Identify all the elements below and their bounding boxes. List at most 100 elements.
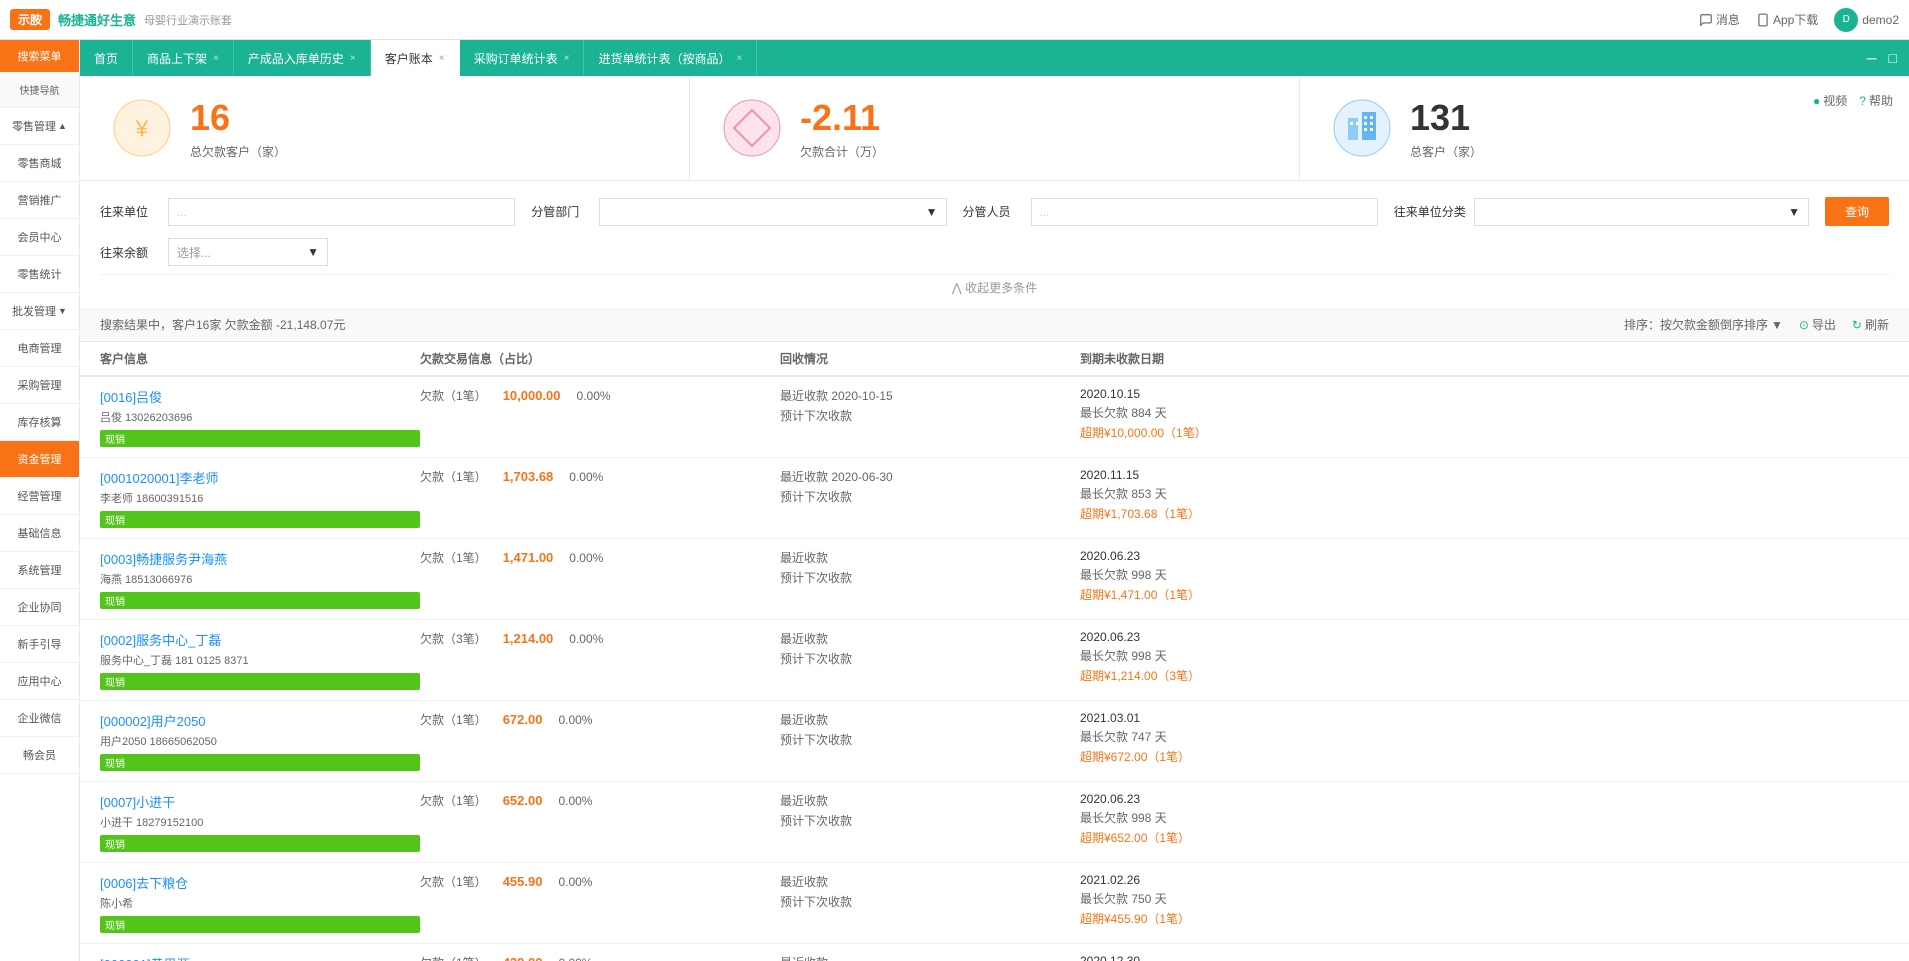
customer-name-link[interactable]: [0016]吕俊 (100, 387, 420, 406)
top-bar-right: 消息 App下载 D demo2 (1699, 8, 1899, 32)
customer-name-link[interactable]: [000001]黄思源 (100, 954, 420, 961)
query-button[interactable]: 查询 (1825, 197, 1889, 226)
tab-close-icon[interactable]: × (736, 53, 742, 64)
sidebar-item-ecommerce[interactable]: 电商管理 (0, 330, 79, 367)
sidebar-item-system[interactable]: 系统管理 (0, 552, 79, 589)
sidebar-item-vip[interactable]: 畅会员 (0, 737, 79, 774)
collapse-btn[interactable]: ⋀ 收起更多条件 (100, 274, 1889, 300)
overdue-link[interactable]: 超期¥672.00（1笔） (1080, 748, 1889, 765)
debt-percent: 0.00% (577, 389, 611, 403)
filter-balance-label: 往来余额 (100, 244, 160, 261)
tab-bar-actions: ─ □ (1863, 48, 1909, 68)
video-btn[interactable]: ● 视频 (1813, 92, 1847, 109)
category-select[interactable]: ▼ (1474, 198, 1809, 226)
col-header-due: 到期未收款日期 (1080, 350, 1889, 367)
sidebar-item-member[interactable]: 会员中心 (0, 219, 79, 256)
customer-tag: 现销 (100, 835, 420, 852)
sidebar-item-guide[interactable]: 新手引导 (0, 626, 79, 663)
overdue-link[interactable]: 超期¥1,214.00（3笔） (1080, 667, 1889, 684)
balance-select[interactable]: 选择... ▼ (168, 238, 328, 266)
sidebar-item-basic-info[interactable]: 基础信息 (0, 515, 79, 552)
overdue-info: 2021.03.01 最长欠款 747 天 超期¥672.00（1笔） (1080, 711, 1889, 771)
help-btn[interactable]: ? 帮助 (1859, 92, 1893, 109)
chevron-down-icon: ▼ (1788, 205, 1800, 219)
tab-maximize-icon[interactable]: □ (1885, 48, 1901, 68)
customer-name-link[interactable]: [0006]去下粮仓 (100, 873, 420, 892)
table-row: [0016]吕俊 吕俊 13026203696 现销 欠款（1笔） 10,000… (80, 377, 1909, 458)
stat-text-total-customers: 131 总客户（家） (1410, 97, 1482, 160)
sidebar-item-retail-mall[interactable]: 零售商城 (0, 145, 79, 182)
result-summary: 搜索结果中，客户16家 欠款金额 -21,148.07元 (100, 316, 345, 333)
sidebar-item-retail-mgmt[interactable]: 零售管理 ▲ (0, 108, 79, 145)
overdue-link[interactable]: 超期¥455.90（1笔） (1080, 910, 1889, 927)
sidebar-item-finance[interactable]: 资金管理 (0, 441, 79, 478)
customer-tag: 现销 (100, 916, 420, 933)
customer-name-link[interactable]: [0002]服务中心_丁磊 (100, 630, 420, 649)
sidebar-item-quick-nav[interactable]: 快捷导航 (0, 72, 79, 108)
filter-row-2: 往来余额 选择... ▼ (100, 238, 1889, 266)
overdue-info: 2020.06.23 最长欠款 998 天 超期¥1,471.00（1笔） (1080, 549, 1889, 609)
customer-name-link[interactable]: [0007]小进干 (100, 792, 420, 811)
app-download-btn[interactable]: App下载 (1756, 11, 1818, 28)
export-btn[interactable]: ⊙ 导出 (1799, 316, 1836, 333)
overdue-info: 2020.12.30 最长欠款 808 天 超期¥429.00（1笔） (1080, 954, 1889, 961)
dept-select[interactable]: ▼ (599, 198, 946, 226)
tab-home[interactable]: 首页 (80, 40, 133, 76)
tab-close-icon[interactable]: × (439, 53, 445, 64)
tab-close-icon[interactable]: × (564, 53, 570, 64)
sidebar-item-retail-stats[interactable]: 零售统计 (0, 256, 79, 293)
customer-name-link[interactable]: [000002]用户2050 (100, 711, 420, 730)
tab-product-shelves[interactable]: 商品上下架 × (133, 40, 234, 76)
overdue-link[interactable]: 超期¥10,000.00（1笔） (1080, 424, 1889, 441)
repay-info: 最近收款 2020-06-30 预计下次收款 (780, 468, 1080, 528)
tab-product-history[interactable]: 产成品入库单历史 × (234, 40, 371, 76)
debt-amount: 429.00 (503, 955, 543, 961)
customer-name-link[interactable]: [0001020001]李老师 (100, 468, 420, 487)
tab-close-icon[interactable]: × (350, 53, 356, 64)
customer-info: [000002]用户2050 用户2050 18665062050 现销 (100, 711, 420, 771)
tab-minimize-icon[interactable]: ─ (1863, 48, 1881, 68)
customer-tag: 现销 (100, 430, 420, 447)
sort-selector[interactable]: 排序：按欠款金额倒序排序 ▼ (1624, 316, 1783, 333)
stat-number-total-customers: 131 (1410, 97, 1482, 139)
sidebar-item-purchase[interactable]: 采购管理 (0, 367, 79, 404)
tab-close-icon[interactable]: × (213, 53, 219, 64)
tab-customer-account[interactable]: 客户账本 × (371, 40, 460, 76)
customer-contact: 李老师 18600391516 (100, 490, 420, 506)
tab-instock-summary[interactable]: 进货单统计表（按商品） × (584, 40, 757, 76)
overdue-link[interactable]: 超期¥1,471.00（1笔） (1080, 586, 1889, 603)
person-input[interactable]: ... (1031, 198, 1378, 226)
brand-name: 畅捷通好生意 (58, 10, 136, 29)
debt-amount: 1,214.00 (503, 631, 554, 646)
message-btn[interactable]: 消息 (1699, 11, 1740, 28)
repay-info: 最近收款 2020-10-15 预计下次收款 (780, 387, 1080, 447)
sidebar-item-batch-mgmt[interactable]: 批发管理 ▼ (0, 293, 79, 330)
supplier-input[interactable]: ... (168, 198, 515, 226)
debt-info: 欠款（1笔） 455.90 0.00% (420, 873, 780, 933)
sidebar-item-warehouse[interactable]: 库存核算 (0, 404, 79, 441)
overdue-link[interactable]: 超期¥652.00（1笔） (1080, 829, 1889, 846)
result-bar: 搜索结果中，客户16家 欠款金额 -21,148.07元 排序：按欠款金额倒序排… (80, 308, 1909, 342)
chevron-down-icon: ▼ (1771, 318, 1783, 332)
sidebar-item-enterprise[interactable]: 企业协同 (0, 589, 79, 626)
debt-amount: 1,703.68 (503, 469, 554, 484)
stat-label-total-customers: 总客户（家） (1410, 143, 1482, 160)
tab-purchase-summary[interactable]: 采购订单统计表 × (460, 40, 585, 76)
sidebar-item-marketing[interactable]: 营销推广 (0, 182, 79, 219)
stat-block-total-customers: 131 总客户（家） ● 视频 ? 帮助 (1300, 76, 1909, 180)
user-avatar[interactable]: D demo2 (1834, 8, 1899, 32)
debt-info: 欠款（1笔） 672.00 0.00% (420, 711, 780, 771)
stat-number-debt-customers: 16 (190, 97, 286, 139)
sidebar-item-app-center[interactable]: 应用中心 (0, 663, 79, 700)
customer-contact: 小进干 18279152100 (100, 814, 420, 830)
sidebar-search[interactable]: 搜索菜单 (0, 40, 79, 72)
overdue-link[interactable]: 超期¥1,703.68（1笔） (1080, 505, 1889, 522)
customer-name-link[interactable]: [0003]畅捷服务尹海燕 (100, 549, 420, 568)
sidebar-item-operations[interactable]: 经营管理 (0, 478, 79, 515)
refresh-btn[interactable]: ↻ 刷新 (1852, 316, 1889, 333)
table-row: [0007]小进干 小进干 18279152100 现销 欠款（1笔） 652.… (80, 782, 1909, 863)
customer-tag: 现销 (100, 673, 420, 690)
stat-icon-building (1330, 96, 1394, 160)
filter-area: 往来单位 ... 分管部门 ▼ 分管人员 (80, 181, 1909, 308)
sidebar-item-wechat[interactable]: 企业微信 (0, 700, 79, 737)
